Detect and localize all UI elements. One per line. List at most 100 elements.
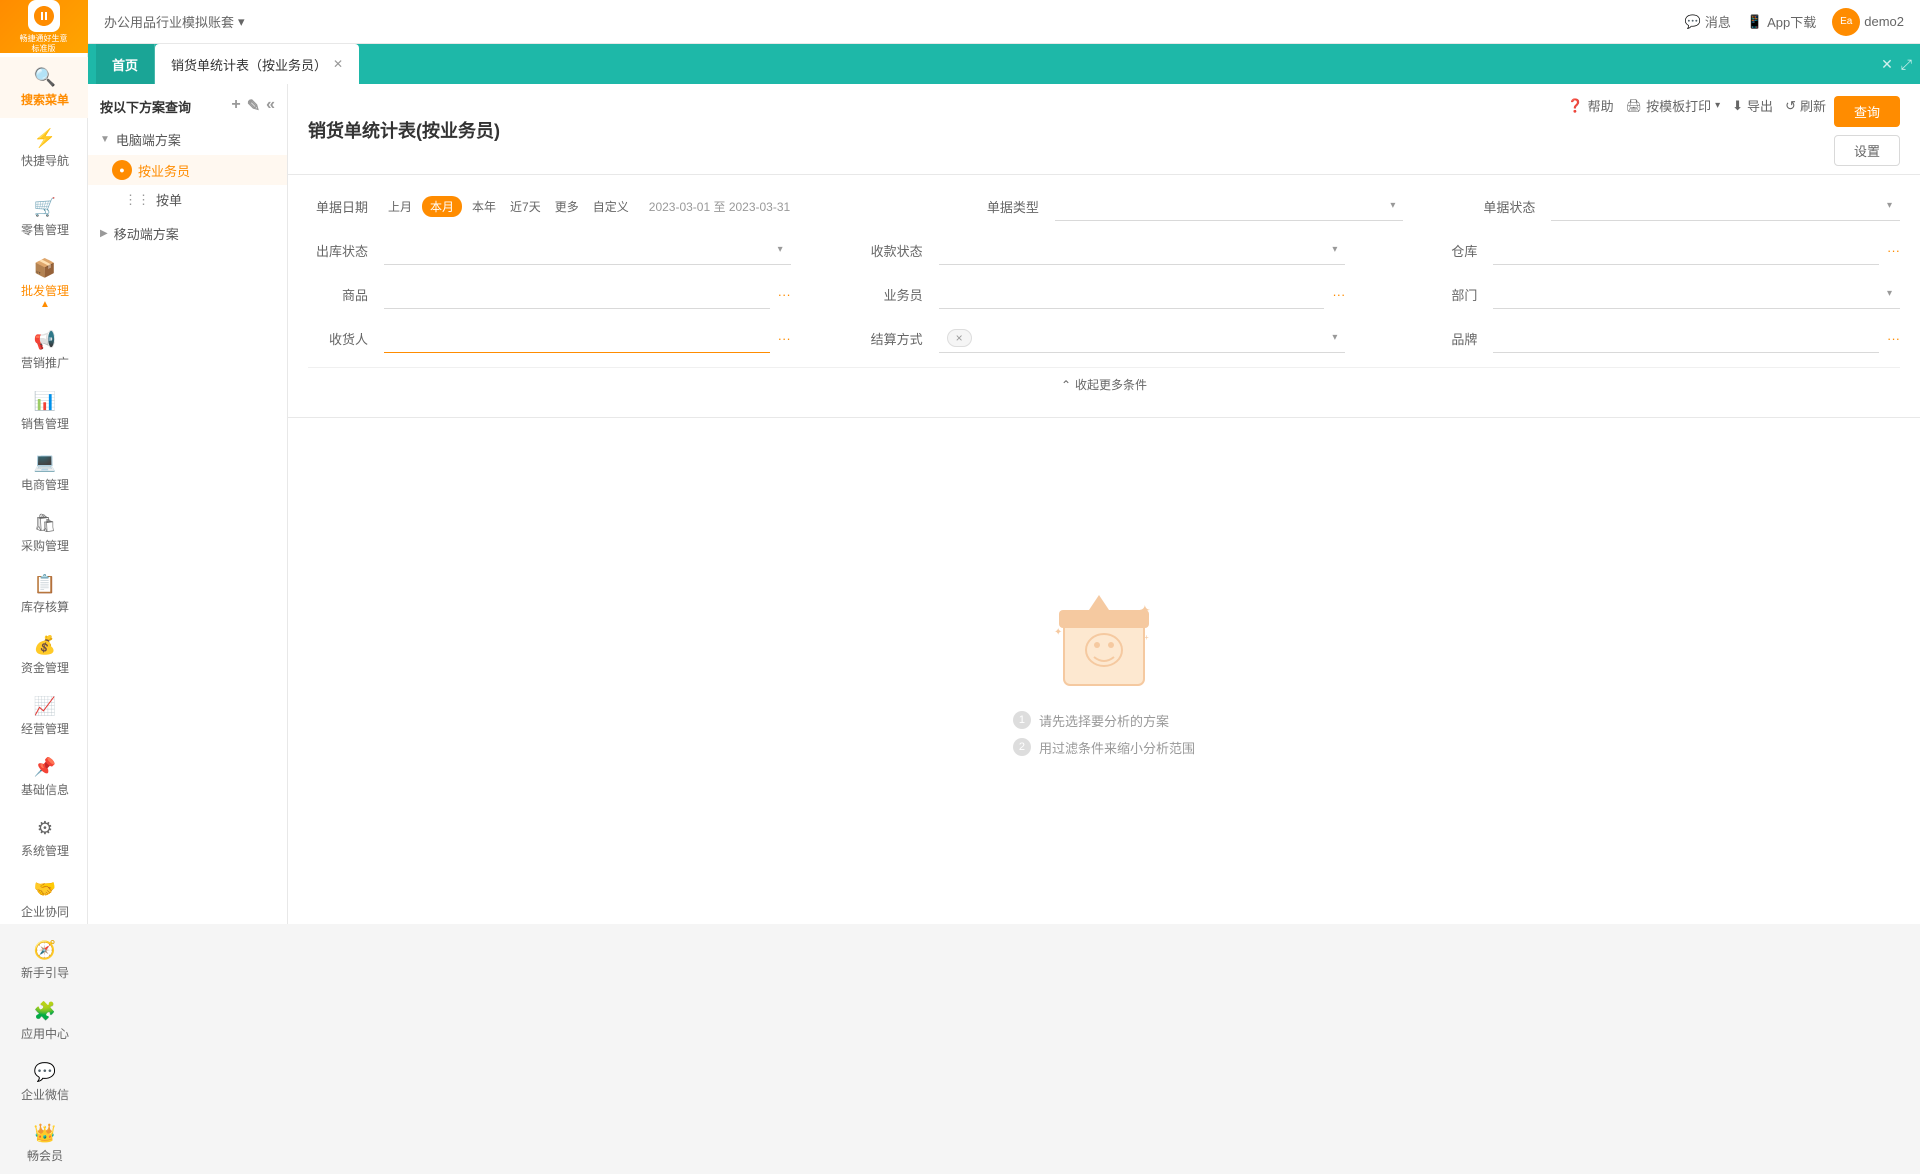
page-header: 销货单统计表(按业务员) ❓ 帮助 🖨 按模板打印 ▾ bbox=[288, 84, 1920, 175]
payment-status-dropdown[interactable]: ▾ bbox=[939, 235, 1346, 265]
close-window-icon[interactable]: ✕ bbox=[1881, 56, 1893, 73]
consignee-ellipsis[interactable]: ··· bbox=[778, 331, 791, 346]
breadcrumb-dropdown[interactable]: 办公用品行业模拟账套 ▾ bbox=[104, 12, 245, 31]
warehouse-ellipsis[interactable]: ··· bbox=[1887, 243, 1900, 258]
collapse-bar[interactable]: ⌃ 收起更多条件 bbox=[308, 367, 1900, 401]
settlement-label: 结算方式 bbox=[863, 329, 923, 348]
sidebar-item-ecommerce[interactable]: 💻 电商管理 bbox=[0, 442, 88, 503]
date-custom[interactable]: 自定义 bbox=[589, 196, 633, 217]
tree-item-by-salesperson[interactable]: ● 按业务员 bbox=[88, 155, 287, 185]
left-panel-title: 按以下方案查询 bbox=[100, 97, 191, 116]
sidebar-item-wholesale[interactable]: 📦 批发管理 ▲ bbox=[0, 248, 88, 320]
sidebar-item-corp-collab[interactable]: 🤝 企业协同 bbox=[0, 869, 88, 930]
tree-desktop-group[interactable]: ▼ 电脑端方案 bbox=[88, 124, 287, 155]
export-btn[interactable]: ⬇ 导出 bbox=[1732, 96, 1773, 115]
sidebar-item-quick-nav[interactable]: ⚡ 快捷导航 bbox=[0, 118, 88, 179]
sidebar-item-system[interactable]: ⚙ 系统管理 bbox=[0, 808, 88, 869]
main-container: 办公用品行业模拟账套 ▾ 💬 消息 📱 App下载 Ea demo2 首页 bbox=[88, 0, 1920, 924]
sidebar-item-search[interactable]: 🔍 搜索菜单 bbox=[0, 57, 88, 118]
sidebar-item-new-guide[interactable]: 🧭 新手引导 bbox=[0, 930, 88, 991]
query-button[interactable]: 查询 bbox=[1834, 96, 1900, 127]
payment-status-arrow: ▾ bbox=[1332, 244, 1337, 255]
settings-button[interactable]: 设置 bbox=[1834, 135, 1900, 166]
sidebar-item-finance-label: 资金管理 bbox=[21, 659, 69, 676]
sidebar-item-marketing[interactable]: 📢 营销推广 bbox=[0, 320, 88, 381]
sidebar-item-inventory[interactable]: 📋 库存核算 bbox=[0, 564, 88, 625]
tree-mobile-group[interactable]: ▶ 移动端方案 bbox=[88, 218, 287, 249]
salesperson-ellipsis[interactable]: ··· bbox=[1332, 287, 1345, 302]
order-type-field: ▾ bbox=[1055, 191, 1404, 221]
consignee-input[interactable] bbox=[384, 323, 770, 353]
message-btn[interactable]: 💬 消息 bbox=[1685, 12, 1731, 31]
refresh-btn[interactable]: ↺ 刷新 bbox=[1785, 96, 1826, 115]
breadcrumb-text: 办公用品行业模拟账套 bbox=[104, 12, 234, 31]
sidebar-item-basic-info[interactable]: 📌 基础信息 bbox=[0, 747, 88, 808]
date-this-year[interactable]: 本年 bbox=[468, 196, 500, 217]
app-download-btn[interactable]: 📱 App下载 bbox=[1747, 12, 1816, 31]
sidebar-item-finance[interactable]: 💰 资金管理 bbox=[0, 625, 88, 686]
payment-status-label: 收款状态 bbox=[863, 241, 923, 260]
filter-row-1: 单据日期 上月 本月 本年 近7天 更多 自定义 2023-03-01 至 20… bbox=[308, 191, 1900, 221]
out-status-dropdown[interactable]: ▾ bbox=[384, 235, 791, 265]
date-last-7days[interactable]: 近7天 bbox=[506, 196, 545, 217]
brand-ellipsis[interactable]: ··· bbox=[1887, 331, 1900, 346]
logo-icon bbox=[28, 0, 60, 32]
sidebar-item-sales[interactable]: 📊 销售管理 bbox=[0, 381, 88, 442]
sidebar-item-management[interactable]: 📈 经营管理 bbox=[0, 686, 88, 747]
goods-ellipsis[interactable]: ··· bbox=[778, 287, 791, 302]
sidebar-item-vip[interactable]: 👑 畅会员 bbox=[0, 1113, 88, 1174]
sidebar: 畅捷通好生意 标准版 🔍 搜索菜单 ⚡ 快捷导航 🛒 零售管理 📦 批发管理 ▲… bbox=[0, 0, 88, 924]
app-logo[interactable]: 畅捷通好生意 标准版 bbox=[0, 0, 88, 53]
sidebar-item-wechat[interactable]: 💬 企业微信 bbox=[0, 1052, 88, 1113]
template-print-btn[interactable]: 🖨 按模板打印 ▾ bbox=[1626, 96, 1721, 115]
vip-icon: 👑 bbox=[34, 1123, 56, 1144]
sidebar-item-quick-label: 快捷导航 bbox=[21, 152, 69, 169]
sidebar-item-purchase-label: 采购管理 bbox=[21, 537, 69, 554]
purchase-icon: 🛍 bbox=[34, 513, 57, 534]
help-btn[interactable]: ❓ 帮助 bbox=[1567, 96, 1613, 115]
settlement-tag-x[interactable]: × bbox=[956, 331, 963, 345]
date-shortcuts: 上月 本月 本年 近7天 更多 自定义 bbox=[384, 196, 633, 217]
edit-scheme-btn[interactable]: ✎ bbox=[247, 96, 260, 116]
sidebar-item-retail[interactable]: 🛒 零售管理 bbox=[0, 187, 88, 248]
settlement-dropdown[interactable]: × ▾ bbox=[939, 323, 1346, 353]
warehouse-input[interactable] bbox=[1493, 235, 1879, 265]
message-label: 消息 bbox=[1705, 12, 1731, 31]
order-status-field: ▾ bbox=[1551, 191, 1900, 221]
goods-input[interactable] bbox=[384, 279, 770, 309]
left-panel-actions: + ✎ « bbox=[231, 96, 275, 116]
date-this-month[interactable]: 本月 bbox=[422, 196, 462, 217]
order-type-dropdown[interactable]: ▾ bbox=[1055, 191, 1404, 221]
filter-section: 单据日期 上月 本月 本年 近7天 更多 自定义 2023-03-01 至 20… bbox=[288, 175, 1920, 418]
order-status-arrow: ▾ bbox=[1887, 200, 1892, 211]
salesperson-field: ··· bbox=[939, 279, 1346, 309]
brand-field: ··· bbox=[1493, 323, 1900, 353]
left-panel-header: 按以下方案查询 + ✎ « bbox=[88, 96, 287, 124]
date-last-month[interactable]: 上月 bbox=[384, 196, 416, 217]
user-menu[interactable]: Ea demo2 bbox=[1832, 8, 1904, 36]
tab-close-btn[interactable]: ✕ bbox=[333, 57, 343, 71]
tree-item-by-order[interactable]: ⋮⋮ 按单 bbox=[88, 185, 287, 214]
sidebar-item-app-center[interactable]: 🧩 应用中心 bbox=[0, 991, 88, 1052]
sidebar-item-search-label: 搜索菜单 bbox=[21, 91, 69, 108]
order-status-dropdown[interactable]: ▾ bbox=[1551, 191, 1900, 221]
consignee-field: ··· bbox=[384, 323, 791, 353]
tab-home[interactable]: 首页 bbox=[96, 44, 155, 84]
tab-sales-stats[interactable]: 销货单统计表（按业务员） ✕ bbox=[155, 44, 359, 84]
department-dropdown[interactable]: ▾ bbox=[1493, 279, 1900, 309]
date-more[interactable]: 更多 bbox=[551, 196, 583, 217]
export-label: 导出 bbox=[1747, 96, 1773, 115]
ecommerce-icon: 💻 bbox=[34, 452, 56, 473]
maximize-icon[interactable]: ⤢ bbox=[1901, 56, 1912, 73]
sidebar-item-purchase[interactable]: 🛍 采购管理 bbox=[0, 503, 88, 564]
date-label: 单据日期 bbox=[308, 197, 368, 216]
sidebar-item-vip-label: 畅会员 bbox=[27, 1147, 63, 1164]
add-scheme-btn[interactable]: + bbox=[231, 96, 240, 116]
salesperson-input[interactable] bbox=[939, 279, 1325, 309]
order-type-label: 单据类型 bbox=[979, 197, 1039, 216]
settlement-field: × ▾ bbox=[939, 323, 1346, 353]
brand-input[interactable] bbox=[1493, 323, 1879, 353]
wholesale-arrow: ▲ bbox=[40, 299, 50, 310]
filter-row-4: 收货人 ··· 结算方式 × ▾ bbox=[308, 323, 1900, 353]
collapse-panel-btn[interactable]: « bbox=[266, 96, 275, 116]
